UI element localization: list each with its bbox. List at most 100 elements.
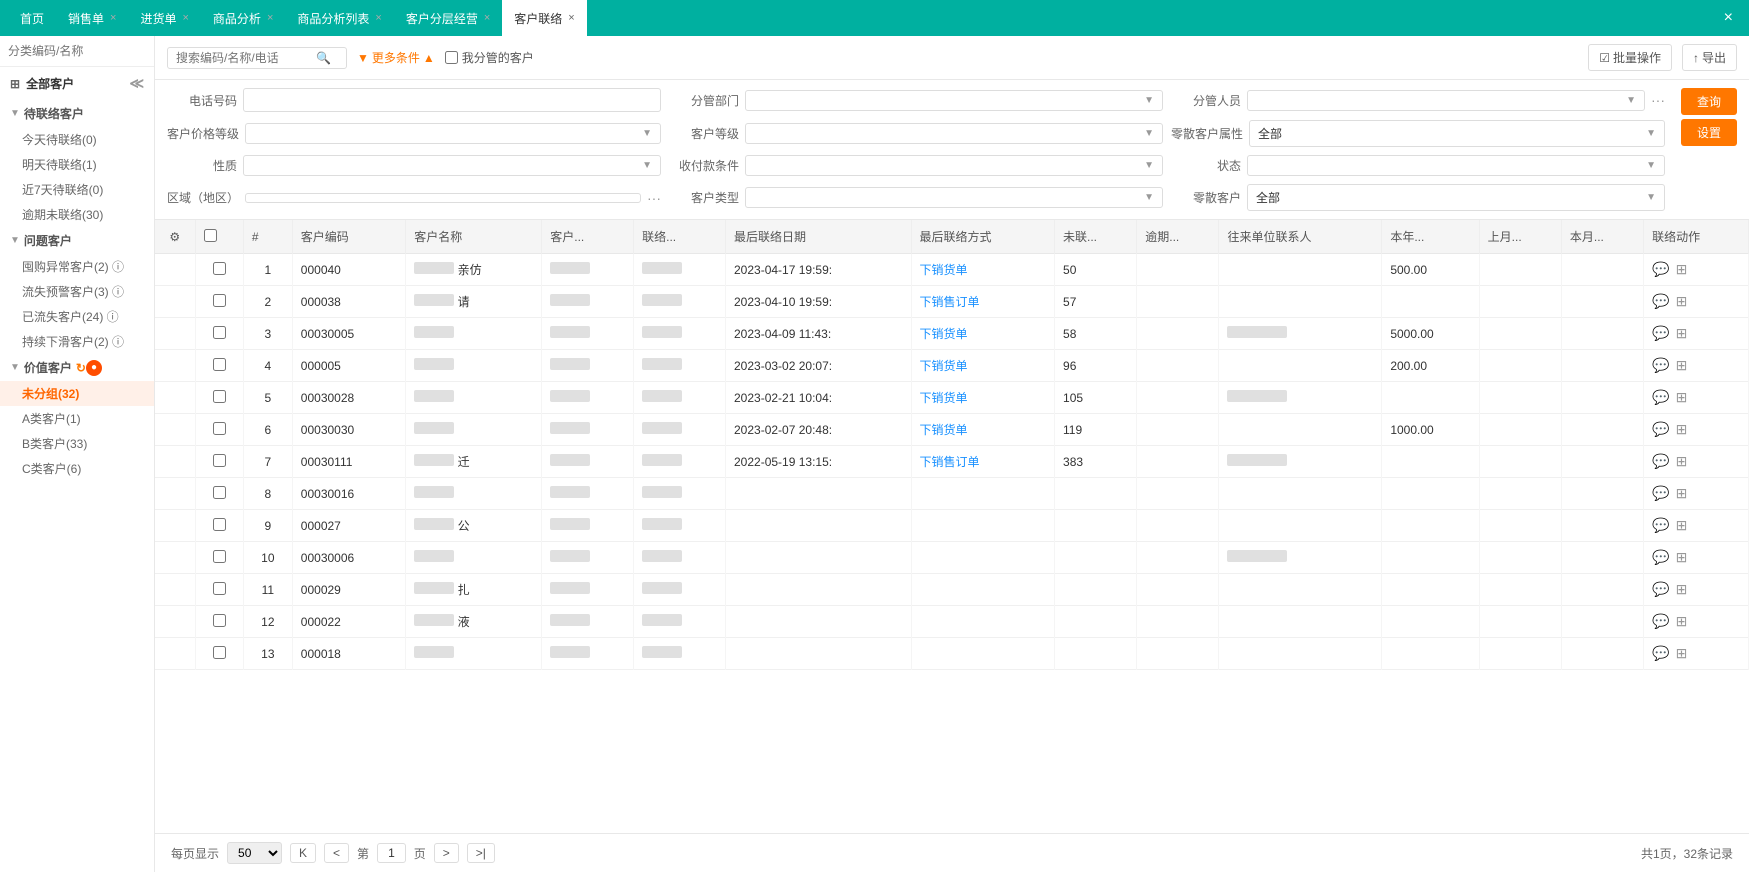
chat-icon[interactable]: 💬 bbox=[1652, 453, 1669, 470]
grid-action-icon[interactable]: ⊞ bbox=[1676, 421, 1688, 438]
grid-action-icon[interactable]: ⊞ bbox=[1676, 517, 1688, 534]
grid-action-icon[interactable]: ⊞ bbox=[1676, 485, 1688, 502]
grid-action-icon[interactable]: ⊞ bbox=[1676, 453, 1688, 470]
nav-customer-tier[interactable]: 客户分层经营 × bbox=[394, 0, 502, 36]
first-page-button[interactable]: K bbox=[290, 843, 316, 863]
all-customers-header[interactable]: ⊞ 全部客户 ≪ bbox=[0, 67, 154, 100]
query-button[interactable]: 查询 bbox=[1681, 88, 1737, 115]
payment-select[interactable]: ▼ bbox=[745, 155, 1163, 176]
chat-icon[interactable]: 💬 bbox=[1652, 485, 1669, 502]
chat-icon[interactable]: 💬 bbox=[1652, 357, 1669, 374]
my-customers-check[interactable] bbox=[445, 51, 458, 64]
last-method-link[interactable]: 下销货单 bbox=[920, 391, 968, 405]
grid-action-icon[interactable]: ⊞ bbox=[1676, 325, 1688, 342]
grid-action-icon[interactable]: ⊞ bbox=[1676, 261, 1688, 278]
sidebar-lost-customers[interactable]: 已流失客户(24) ⓘ bbox=[0, 304, 154, 329]
dept-select[interactable]: ▼ bbox=[745, 90, 1163, 111]
refresh-icon[interactable]: ↻ bbox=[76, 361, 86, 375]
search-input[interactable] bbox=[176, 51, 316, 65]
group-value-customers[interactable]: ▼ 价值客户 ↻ ● bbox=[0, 354, 154, 381]
sidebar-7days-pending[interactable]: 近7天待联络(0) bbox=[0, 177, 154, 202]
sidebar-overdue-pending[interactable]: 逾期未联络(30) bbox=[0, 202, 154, 227]
row-checkbox[interactable] bbox=[195, 542, 243, 574]
select-all-checkbox[interactable] bbox=[204, 229, 217, 242]
nature-select[interactable]: ▼ bbox=[243, 155, 661, 176]
status-select[interactable]: ▼ bbox=[1247, 155, 1665, 176]
close-product-analysis-list-icon[interactable]: × bbox=[375, 12, 381, 24]
customer-type-select[interactable]: ▼ bbox=[745, 187, 1163, 208]
sidebar-tomorrow-pending[interactable]: 明天待联络(1) bbox=[0, 152, 154, 177]
close-customer-contact-icon[interactable]: × bbox=[568, 12, 574, 24]
chat-icon[interactable]: 💬 bbox=[1652, 517, 1669, 534]
chat-icon[interactable]: 💬 bbox=[1652, 389, 1669, 406]
overdue-col-header[interactable]: 逾期... bbox=[1137, 220, 1219, 254]
row-checkbox[interactable] bbox=[195, 318, 243, 350]
sidebar-declining-customers[interactable]: 持续下滑客户(2) ⓘ bbox=[0, 329, 154, 354]
sidebar-class-a[interactable]: A类客户(1) bbox=[0, 406, 154, 431]
sidebar-search-input[interactable] bbox=[8, 44, 155, 58]
row-checkbox[interactable] bbox=[195, 638, 243, 670]
settings-col-header[interactable]: ⚙ bbox=[155, 220, 195, 254]
sidebar-class-b[interactable]: B类客户(33) bbox=[0, 431, 154, 456]
chat-icon[interactable]: 💬 bbox=[1652, 421, 1669, 438]
phone-input[interactable] bbox=[243, 88, 661, 112]
row-checkbox[interactable] bbox=[195, 446, 243, 478]
customer-grade-select[interactable]: ▼ bbox=[745, 123, 1163, 144]
grid-action-icon[interactable]: ⊞ bbox=[1676, 293, 1688, 310]
type-col-header[interactable]: 客户... bbox=[542, 220, 634, 254]
chat-icon[interactable]: 💬 bbox=[1652, 325, 1669, 342]
contact-col-header[interactable]: 联络... bbox=[634, 220, 726, 254]
chat-icon[interactable]: 💬 bbox=[1652, 645, 1669, 662]
last-method-link[interactable]: 下销货单 bbox=[920, 423, 968, 437]
sidebar-churn-warning[interactable]: 流失预警客户(3) ⓘ bbox=[0, 279, 154, 304]
grid-action-icon[interactable]: ⊞ bbox=[1676, 549, 1688, 566]
nav-home[interactable]: 首页 bbox=[8, 0, 56, 36]
more-conditions-button[interactable]: ▼ 更多条件 ▲ bbox=[357, 49, 435, 66]
sidebar-abnormal-stockpile[interactable]: 囤购异常客户(2) ⓘ bbox=[0, 254, 154, 279]
last-page-button[interactable]: >| bbox=[467, 843, 495, 863]
batch-ops-button[interactable]: ☑ 批量操作 bbox=[1588, 44, 1672, 71]
not-contacted-col-header[interactable]: 未联... bbox=[1055, 220, 1137, 254]
nav-sales-order[interactable]: 销售单 × bbox=[56, 0, 128, 36]
reset-button[interactable]: 设置 bbox=[1681, 119, 1737, 146]
nav-product-analysis[interactable]: 商品分析 × bbox=[201, 0, 285, 36]
close-product-analysis-icon[interactable]: × bbox=[267, 12, 273, 24]
sidebar-today-pending[interactable]: 今天待联络(0) bbox=[0, 127, 154, 152]
manager-select[interactable]: ▼ bbox=[1247, 90, 1645, 111]
chat-icon[interactable]: 💬 bbox=[1652, 613, 1669, 630]
row-checkbox[interactable] bbox=[195, 350, 243, 382]
row-checkbox[interactable] bbox=[195, 606, 243, 638]
chat-icon[interactable]: 💬 bbox=[1652, 261, 1669, 278]
group-problem-customers[interactable]: ▼ 问题客户 bbox=[0, 227, 154, 254]
close-purchase-order-icon[interactable]: × bbox=[182, 12, 188, 24]
group-pending-contact[interactable]: ▼ 待联络客户 bbox=[0, 100, 154, 127]
nav-product-analysis-list[interactable]: 商品分析列表 × bbox=[285, 0, 393, 36]
grid-action-icon[interactable]: ⊞ bbox=[1676, 613, 1688, 630]
retail-attr-select[interactable]: 全部 ▼ bbox=[1249, 120, 1665, 147]
row-checkbox[interactable] bbox=[195, 574, 243, 606]
close-customer-tier-icon[interactable]: × bbox=[484, 12, 490, 24]
grid-action-icon[interactable]: ⊞ bbox=[1676, 645, 1688, 662]
per-page-select[interactable]: 50 20 100 bbox=[227, 842, 282, 864]
this-year-col-header[interactable]: 本年... bbox=[1382, 220, 1479, 254]
row-checkbox[interactable] bbox=[195, 478, 243, 510]
last-month-col-header[interactable]: 上月... bbox=[1479, 220, 1561, 254]
price-grade-select[interactable]: ▼ bbox=[245, 123, 661, 144]
checkbox-col-header[interactable] bbox=[195, 220, 243, 254]
row-checkbox[interactable] bbox=[195, 286, 243, 318]
last-method-link[interactable]: 下销货单 bbox=[920, 263, 968, 277]
grid-action-icon[interactable]: ⊞ bbox=[1676, 581, 1688, 598]
region-select[interactable] bbox=[245, 193, 641, 203]
last-method-link[interactable]: 下销售订单 bbox=[920, 295, 980, 309]
last-method-link[interactable]: 下销货单 bbox=[920, 327, 968, 341]
chat-icon[interactable]: 💬 bbox=[1652, 549, 1669, 566]
last-method-col-header[interactable]: 最后联络方式 bbox=[911, 220, 1054, 254]
close-all-button[interactable]: × bbox=[1716, 9, 1741, 27]
search-icon[interactable]: 🔍 bbox=[316, 51, 331, 65]
region-dots-icon[interactable]: ··· bbox=[647, 190, 661, 206]
grid-action-icon[interactable]: ⊞ bbox=[1676, 357, 1688, 374]
last-method-link[interactable]: 下销售订单 bbox=[920, 455, 980, 469]
next-page-button[interactable]: > bbox=[434, 843, 459, 863]
export-button[interactable]: ↑ 导出 bbox=[1682, 44, 1737, 71]
row-checkbox[interactable] bbox=[195, 254, 243, 286]
